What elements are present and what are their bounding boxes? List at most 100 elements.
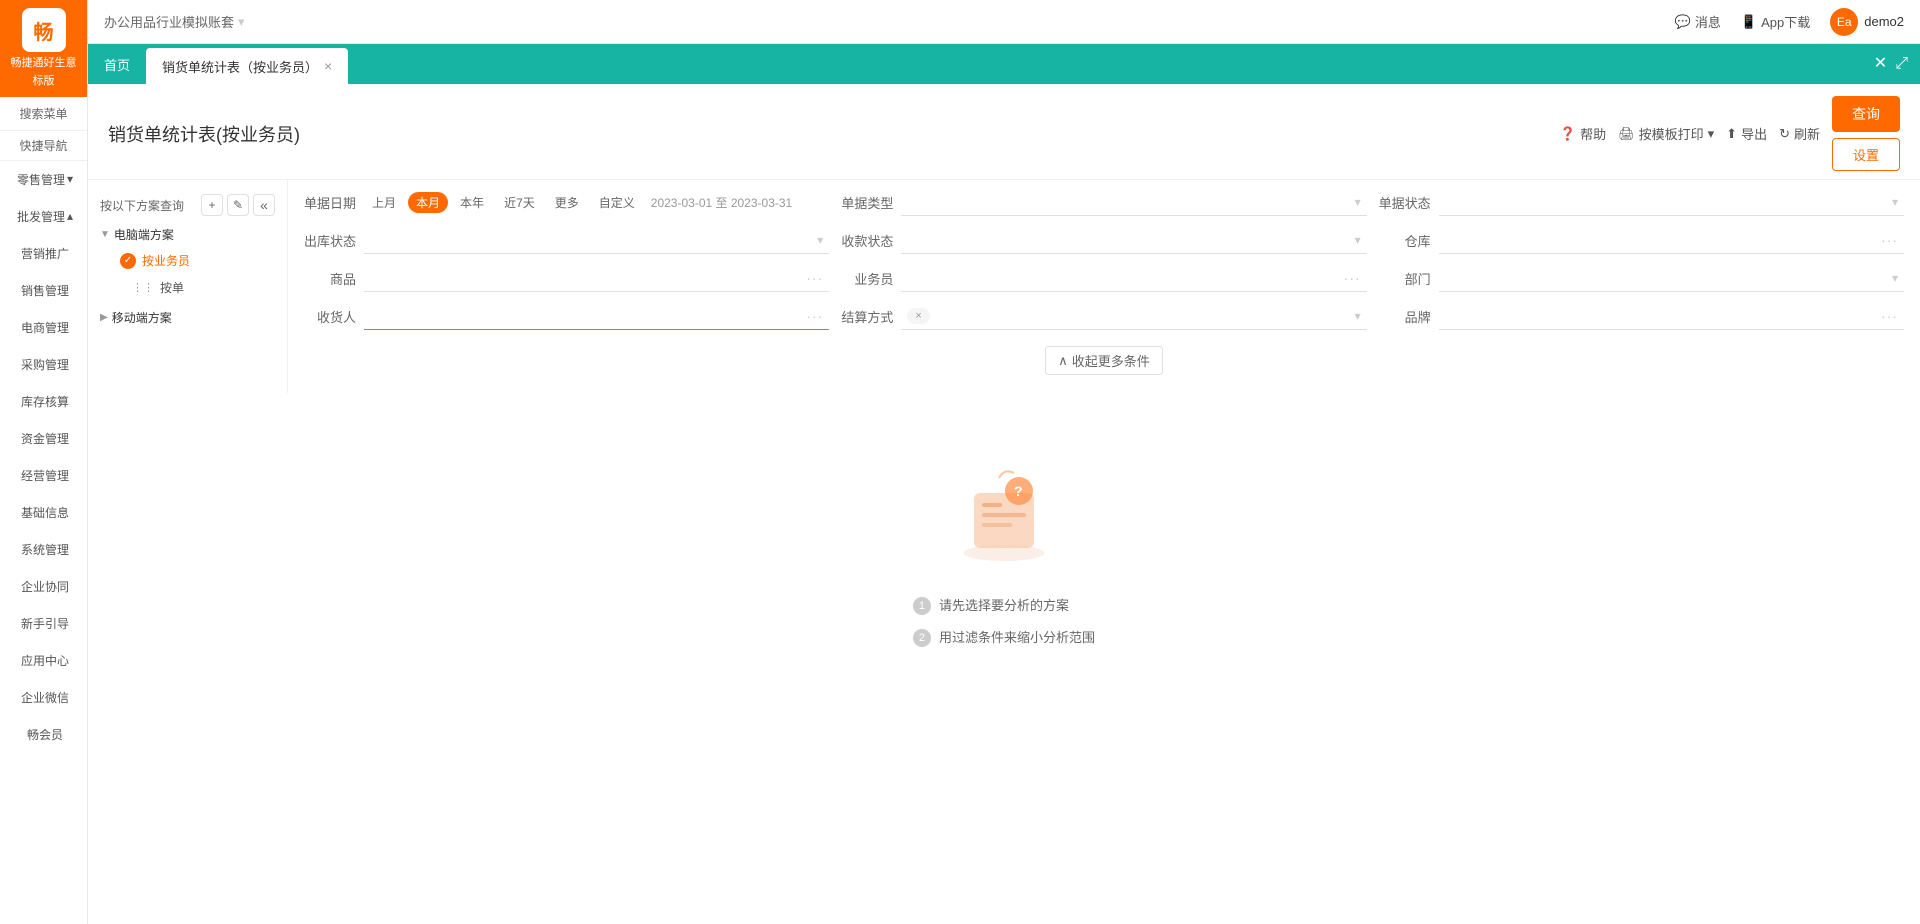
empty-illustration: ? <box>944 453 1064 573</box>
scheme-group-pc-header[interactable]: ▼ 电脑端方案 <box>100 222 287 247</box>
query-label: 查询 <box>1852 106 1880 122</box>
sidebar-item-wechat[interactable]: 企业微信 <box>0 679 87 716</box>
query-button[interactable]: 查询 <box>1832 96 1900 132</box>
appcenter-label: 应用中心 <box>21 652 69 669</box>
receiver-dots-icon: ··· <box>806 308 823 324</box>
newuser-label: 新手引导 <box>21 615 69 632</box>
tab-home[interactable]: 首页 <box>88 44 146 84</box>
sidebar-item-inventory[interactable]: 库存核算 <box>0 383 87 420</box>
search-menu-label: 搜索菜单 <box>19 105 67 122</box>
settlement-tag-close[interactable]: × <box>915 310 921 322</box>
help-label: 帮助 <box>1580 124 1606 143</box>
scheme-item-by-salesperson[interactable]: ✓ 按业务员 <box>100 247 287 274</box>
retail-arrow: ▾ <box>67 172 73 186</box>
payment-status-arrow-icon: ▾ <box>1355 233 1361 247</box>
sidebar-item-enterprise[interactable]: 企业协同 <box>0 568 87 605</box>
product-control[interactable]: ··· <box>364 264 829 292</box>
sidebar-item-newuser[interactable]: 新手引导 <box>0 605 87 642</box>
quick-nav-item[interactable]: 快捷导航 <box>0 131 87 161</box>
sidebar-logo: 畅 畅捷通好生意 标版 <box>0 0 87 97</box>
marketing-label: 营销推广 <box>21 245 69 262</box>
sidebar-item-wholesale[interactable]: 批发管理 ▴ <box>0 198 87 235</box>
scheme-group-mobile: ▶ 移动端方案 <box>88 305 287 330</box>
main-area: 办公用品行业模拟账套 ▾ 💬 消息 📱 App下载 Ea demo2 首页 <box>88 0 1920 924</box>
scheme-add-button[interactable]: + <box>201 194 223 216</box>
filter-brand-item: 品牌 ··· <box>1379 302 1904 330</box>
sidebar-item-system[interactable]: 系统管理 <box>0 531 87 568</box>
brand-label: 品牌 <box>1379 307 1431 326</box>
brand-dots-icon: ··· <box>1881 308 1898 324</box>
date-last-7days[interactable]: 近7天 <box>496 192 543 213</box>
topbar: 办公用品行业模拟账套 ▾ 💬 消息 📱 App下载 Ea demo2 <box>88 0 1920 44</box>
warehouse-control[interactable]: ··· <box>1439 226 1904 254</box>
template-print-button[interactable]: 🖨 按模板打印 ▾ <box>1618 124 1714 143</box>
tab-expand-button[interactable]: ⤢ <box>1895 56 1908 72</box>
filter-row-4: 收货人 ··· 结算方式 × <box>304 302 1904 330</box>
sidebar-item-ecommerce[interactable]: 电商管理 <box>0 309 87 346</box>
date-more[interactable]: 更多 <box>547 192 587 213</box>
sidebar-item-finance[interactable]: 资金管理 <box>0 420 87 457</box>
sidebar-item-retail[interactable]: 零售管理 ▾ <box>0 161 87 198</box>
date-this-year[interactable]: 本年 <box>452 192 492 213</box>
doc-type-arrow-icon: ▾ <box>1355 195 1361 209</box>
topbar-arrow-icon[interactable]: ▾ <box>238 14 245 30</box>
tab-sales-stat[interactable]: 销货单统计表（按业务员） × <box>146 48 348 84</box>
doc-type-control[interactable]: ▾ <box>901 188 1366 216</box>
out-status-control[interactable]: ▾ <box>364 226 829 254</box>
receiver-label: 收货人 <box>304 307 356 326</box>
payment-status-control[interactable]: ▾ <box>901 226 1366 254</box>
scheme-group-mobile-header[interactable]: ▶ 移动端方案 <box>100 305 287 330</box>
export-icon: ⬆ <box>1726 126 1737 142</box>
collapse-conditions-button[interactable]: ∧ 收起更多条件 <box>1045 346 1163 375</box>
inventory-label: 库存核算 <box>21 393 69 410</box>
scheme-edit-button[interactable]: ✎ <box>227 194 249 216</box>
tab-close-icon[interactable]: × <box>324 59 332 73</box>
salesperson-control[interactable]: ··· <box>901 264 1366 292</box>
filter-row-3: 商品 ··· 业务员 ··· <box>304 264 1904 292</box>
sidebar-item-operations[interactable]: 经营管理 <box>0 457 87 494</box>
brand-control[interactable]: ··· <box>1439 302 1904 330</box>
app-download-button[interactable]: 📱 App下载 <box>1741 12 1810 31</box>
settings-button[interactable]: 设置 <box>1832 138 1900 171</box>
sidebar-item-sales[interactable]: 销售管理 <box>0 272 87 309</box>
date-label: 单据日期 <box>304 193 356 212</box>
print-icon: 🖨 <box>1618 126 1635 142</box>
message-label: 消息 <box>1695 12 1721 31</box>
user-profile[interactable]: Ea demo2 <box>1830 8 1904 36</box>
scheme-item-doc-label: 按单 <box>160 279 184 296</box>
date-custom[interactable]: 自定义 <box>591 192 643 213</box>
receiver-control[interactable]: ··· <box>364 302 829 330</box>
date-this-month[interactable]: 本月 <box>408 192 448 213</box>
product-dots-icon: ··· <box>806 270 823 286</box>
help-button[interactable]: ❓ 帮助 <box>1560 124 1606 143</box>
sidebar-item-appcenter[interactable]: 应用中心 <box>0 642 87 679</box>
message-button[interactable]: 💬 消息 <box>1675 12 1721 31</box>
scheme-group-mobile-label: 移动端方案 <box>112 309 172 326</box>
scheme-collapse-button[interactable]: « <box>253 194 275 216</box>
doc-status-control[interactable]: ▾ <box>1439 188 1904 216</box>
sidebar-item-member[interactable]: 畅会员 <box>0 716 87 753</box>
settlement-control[interactable]: × ▾ <box>901 302 1366 330</box>
purchase-label: 采购管理 <box>21 356 69 373</box>
sidebar-item-basic[interactable]: 基础信息 <box>0 494 87 531</box>
scheme-item-by-doc[interactable]: ⋮⋮ 按单 <box>100 274 287 301</box>
date-last-month[interactable]: 上月 <box>364 192 404 213</box>
department-control[interactable]: ▾ <box>1439 264 1904 292</box>
department-label: 部门 <box>1379 269 1431 288</box>
product-label: 商品 <box>304 269 356 288</box>
svg-text:?: ? <box>1014 483 1023 499</box>
export-button[interactable]: ⬆ 导出 <box>1726 124 1767 143</box>
download-icon: 📱 <box>1741 14 1757 30</box>
settlement-label: 结算方式 <box>841 307 893 326</box>
refresh-button[interactable]: ↻ 刷新 <box>1779 124 1820 143</box>
template-print-label: 按模板打印 <box>1639 124 1704 143</box>
warehouse-dots-icon: ··· <box>1881 232 1898 248</box>
refresh-icon: ↻ <box>1779 126 1790 142</box>
search-menu-item[interactable]: 搜索菜单 <box>0 97 87 131</box>
sidebar-item-marketing[interactable]: 营销推广 <box>0 235 87 272</box>
tab-close-all-button[interactable]: ✕ <box>1874 56 1887 72</box>
user-avatar: Ea <box>1830 8 1858 36</box>
app-download-label: App下载 <box>1761 12 1810 31</box>
date-range-display: 2023-03-01 至 2023-03-31 <box>651 194 792 211</box>
sidebar-item-purchase[interactable]: 采购管理 <box>0 346 87 383</box>
